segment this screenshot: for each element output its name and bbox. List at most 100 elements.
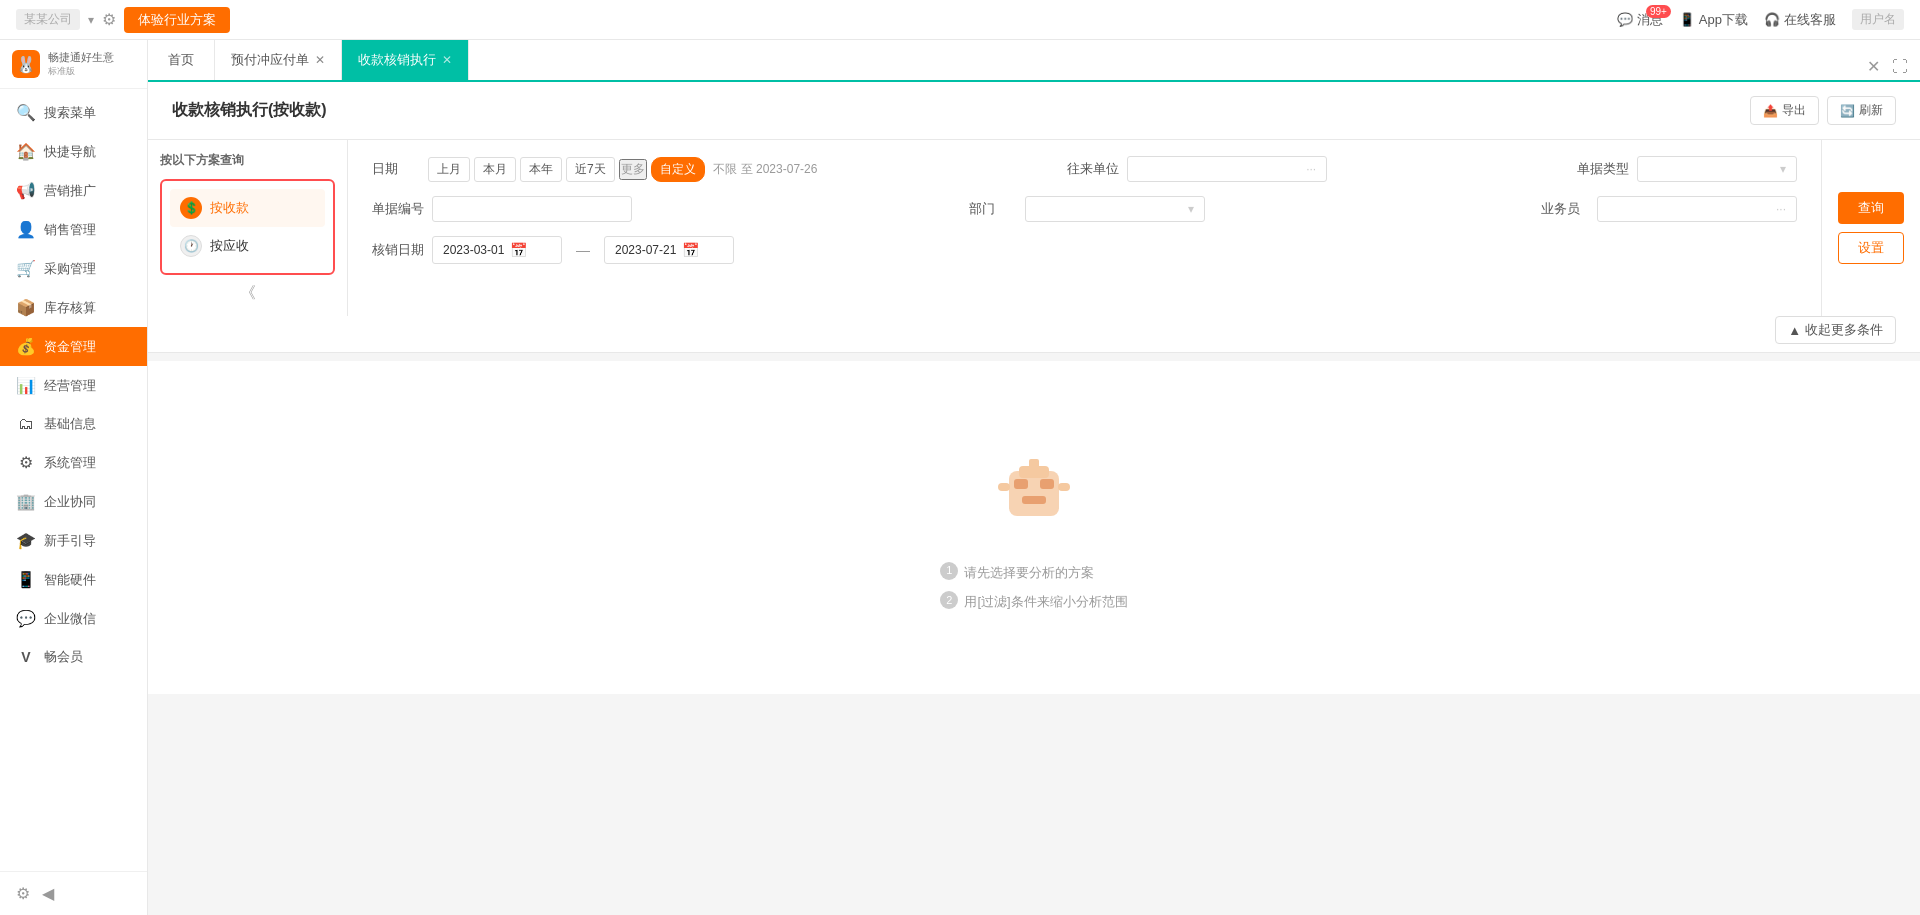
hardware-icon: 📱 [16, 570, 36, 589]
refresh-label: 刷新 [1859, 102, 1883, 119]
content-area: 首页 预付冲应付单 ✕ 收款核销执行 ✕ ✕ ⛶ 收款核销执行(按收款) 📤 [148, 40, 1920, 915]
tab-bar: 首页 预付冲应付单 ✕ 收款核销执行 ✕ ✕ ⛶ [148, 40, 1920, 82]
tab-collection-close[interactable]: ✕ [442, 53, 452, 67]
app-download-group[interactable]: 📱 App下载 [1679, 11, 1748, 29]
export-label: 导出 [1782, 102, 1806, 119]
doc-type-select[interactable]: ▾ [1637, 156, 1797, 182]
empty-illustration [984, 441, 1084, 541]
service-icon: 🎧 [1764, 12, 1780, 27]
app-label: App下载 [1699, 11, 1748, 29]
filter-option-receivable[interactable]: 🕐 按应收 [170, 227, 325, 265]
date-btn-custom[interactable]: 自定义 [651, 157, 705, 182]
calendar-to-icon: 📅 [682, 242, 699, 258]
sidebar-logo: 🐰 畅捷通好生意 标准版 [0, 40, 147, 89]
doc-type-arrow: ▾ [1780, 162, 1786, 176]
date-label: 日期 [372, 160, 420, 178]
message-badge: 99+ [1646, 5, 1671, 18]
sidebar-label-system: 系统管理 [44, 454, 96, 472]
sidebar-label-operations: 经营管理 [44, 377, 96, 395]
home-icon: 🏠 [16, 142, 36, 161]
date-btn-this-year[interactable]: 本年 [520, 157, 562, 182]
date-separator: — [576, 242, 590, 258]
date-to-text: 至 2023-07-26 [741, 161, 818, 178]
counterpart-input[interactable]: ··· [1127, 156, 1327, 182]
staff-label: 业务员 [1541, 200, 1589, 218]
sidebar-label-search: 搜索菜单 [44, 104, 96, 122]
refresh-icon: 🔄 [1840, 104, 1855, 118]
sidebar-item-quicknav[interactable]: 🏠 快捷导航 [0, 132, 147, 171]
logo-name: 畅捷通好生意 [48, 50, 114, 64]
export-button[interactable]: 📤 导出 [1750, 96, 1819, 125]
bottom-settings-icon[interactable]: ⚙ [16, 884, 30, 903]
date-btn-this-month[interactable]: 本月 [474, 157, 516, 182]
tab-close-btn[interactable]: ✕ [1863, 53, 1884, 80]
tab-prepay-close[interactable]: ✕ [315, 53, 325, 67]
collection-icon: 💲 [180, 197, 202, 219]
top-bar-right: 💬 消息 99+ 📱 App下载 🎧 在线客服 用户名 [1617, 9, 1904, 30]
filter-section: 按以下方案查询 💲 按收款 🕐 按应收 《 [148, 140, 1920, 353]
svg-rect-7 [1058, 483, 1070, 491]
sidebar: 🐰 畅捷通好生意 标准版 🔍 搜索菜单 🏠 快捷导航 📢 营销推广 👤 销售管理 [0, 40, 148, 915]
query-button[interactable]: 查询 [1838, 192, 1904, 224]
sidebar-label-guide: 新手引导 [44, 532, 96, 550]
date-range: 不限 至 2023-07-26 [713, 161, 818, 178]
sidebar-label-member: 畅会员 [44, 648, 83, 666]
svg-rect-3 [1022, 496, 1046, 504]
inventory-icon: 📦 [16, 298, 36, 317]
setting-button[interactable]: 设置 [1838, 232, 1904, 264]
guide-icon: 🎓 [16, 531, 36, 550]
refresh-button[interactable]: 🔄 刷新 [1827, 96, 1896, 125]
sidebar-item-purchase[interactable]: 🛒 采购管理 [0, 249, 147, 288]
dept-select[interactable]: ▾ [1025, 196, 1205, 222]
writeoff-date-to[interactable]: 2023-07-21 📅 [604, 236, 734, 264]
collapse-left-btn[interactable]: 《 [160, 283, 335, 304]
doc-no-label: 单据编号 [372, 200, 424, 218]
date-btn-more[interactable]: 更多 [619, 159, 647, 180]
sidebar-item-hardware[interactable]: 📱 智能硬件 [0, 560, 147, 599]
date-btn-last-month[interactable]: 上月 [428, 157, 470, 182]
sidebar-item-guide[interactable]: 🎓 新手引导 [0, 521, 147, 560]
collapse-more-btn[interactable]: ▲ 收起更多条件 [1775, 316, 1896, 344]
sidebar-item-wechat[interactable]: 💬 企业微信 [0, 599, 147, 638]
sidebar-item-finance[interactable]: 💰 资金管理 [0, 327, 147, 366]
industry-btn[interactable]: 体验行业方案 [124, 7, 230, 33]
enterprise-icon: 🏢 [16, 492, 36, 511]
tab-collection[interactable]: 收款核销执行 ✕ [342, 40, 469, 80]
filter-option-collection[interactable]: 💲 按收款 [170, 189, 325, 227]
sidebar-item-search[interactable]: 🔍 搜索菜单 [0, 93, 147, 132]
tab-prepay[interactable]: 预付冲应付单 ✕ [215, 40, 342, 80]
writeoff-date-from-text: 2023-03-01 [443, 243, 504, 257]
hint-num-1: 1 [940, 562, 958, 580]
purchase-icon: 🛒 [16, 259, 36, 278]
sidebar-item-enterprise[interactable]: 🏢 企业协同 [0, 482, 147, 521]
collapse-more-row: ▲ 收起更多条件 [148, 316, 1920, 352]
sidebar-item-basic[interactable]: 🗂 基础信息 [0, 405, 147, 443]
sidebar-item-operations[interactable]: 📊 经营管理 [0, 366, 147, 405]
tab-expand-btn[interactable]: ⛶ [1888, 54, 1912, 80]
counterpart-label: 往来单位 [1067, 160, 1119, 178]
sidebar-item-sales[interactable]: 👤 销售管理 [0, 210, 147, 249]
filter-row-1: 日期 上月 本月 本年 近7天 更多 自定义 [372, 156, 1797, 182]
top-bar-left: 某某公司 ▾ ⚙ 体验行业方案 [16, 7, 1605, 33]
service-group[interactable]: 🎧 在线客服 [1764, 11, 1836, 29]
message-group[interactable]: 💬 消息 99+ [1617, 11, 1663, 29]
doc-no-input[interactable] [432, 196, 632, 222]
svg-rect-1 [1014, 479, 1028, 489]
sidebar-item-marketing[interactable]: 📢 营销推广 [0, 171, 147, 210]
sidebar-label-enterprise: 企业协同 [44, 493, 96, 511]
tab-prepay-label: 预付冲应付单 [231, 51, 309, 69]
sidebar-item-inventory[interactable]: 📦 库存核算 [0, 288, 147, 327]
sidebar-item-system[interactable]: ⚙ 系统管理 [0, 443, 147, 482]
bottom-collapse-icon[interactable]: ◀ [42, 884, 54, 903]
sidebar-item-member[interactable]: V 畅会员 [0, 638, 147, 676]
receivable-label: 按应收 [210, 237, 249, 255]
staff-input[interactable]: ··· [1597, 196, 1797, 222]
sidebar-menu: 🔍 搜索菜单 🏠 快捷导航 📢 营销推广 👤 销售管理 🛒 采购管理 📦 [0, 89, 147, 871]
writeoff-date-label: 核销日期 [372, 241, 424, 259]
settings-icon[interactable]: ⚙ [102, 10, 116, 29]
dropdown-arrow-icon[interactable]: ▾ [88, 13, 94, 27]
date-btn-7days[interactable]: 近7天 [566, 157, 615, 182]
writeoff-date-from[interactable]: 2023-03-01 📅 [432, 236, 562, 264]
tab-home[interactable]: 首页 [148, 40, 215, 80]
filter-query-col: 查询 设置 [1821, 140, 1920, 316]
